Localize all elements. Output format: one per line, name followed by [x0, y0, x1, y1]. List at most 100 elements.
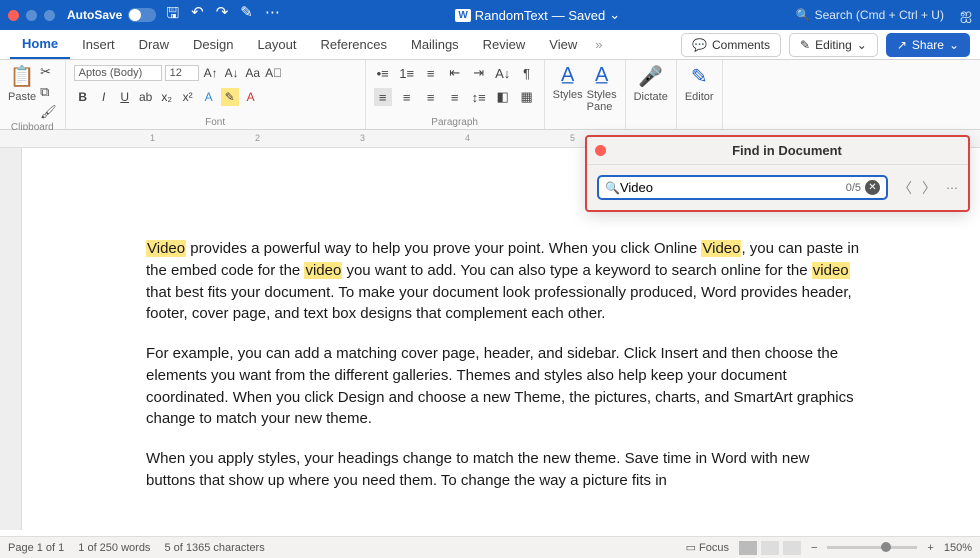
quick-add-icon[interactable]: ✎ [240, 3, 253, 28]
highlight-icon[interactable]: ✎ [221, 88, 239, 106]
line-spacing-icon[interactable]: ↕≡ [470, 88, 488, 106]
zoom-level[interactable]: 150% [944, 542, 972, 554]
ribbon-toolbar: 📋Paste ✂ ⧉ 🖌 Clipboard Aptos (Body) 12 A… [0, 60, 980, 130]
font-size-select[interactable]: 12 [165, 65, 199, 81]
styles-pane-button[interactable]: A̲Styles Pane [587, 64, 617, 113]
cut-icon[interactable]: ✂ [40, 64, 57, 80]
pencil-icon: ✎ [800, 38, 810, 52]
justify-icon[interactable]: ≡ [446, 88, 464, 106]
close-panel-icon[interactable] [595, 145, 606, 156]
print-layout-view-icon[interactable] [739, 541, 757, 555]
find-highlight: video [812, 262, 850, 279]
status-words[interactable]: 1 of 250 words [78, 542, 150, 554]
word-app-icon: W [455, 9, 470, 22]
bold-button[interactable]: B [74, 88, 92, 106]
tab-home[interactable]: Home [10, 31, 70, 59]
find-next-icon[interactable]: 〉 [922, 178, 936, 198]
clear-format-icon[interactable]: A⃠ [265, 64, 283, 82]
increase-font-icon[interactable]: A↑ [202, 64, 220, 82]
tab-review[interactable]: Review [471, 31, 538, 59]
bullets-icon[interactable]: •≡ [374, 64, 392, 82]
zoom-out-icon[interactable]: − [811, 542, 817, 554]
font-color-icon[interactable]: A [242, 88, 260, 106]
sync-share-icon[interactable]: ஐ [960, 6, 972, 25]
focus-mode-button[interactable]: ▭ Focus [686, 541, 729, 554]
borders-icon[interactable]: ▦ [518, 88, 536, 106]
share-icon: ↗ [897, 38, 907, 52]
status-page[interactable]: Page 1 of 1 [8, 542, 64, 554]
autosave-label: AutoSave [67, 8, 122, 22]
multilevel-icon[interactable]: ≡ [422, 64, 440, 82]
group-paragraph: •≡ 1≡ ≡ ⇤ ⇥ A↓ ¶ ≡ ≡ ≡ ≡ ↕≡ ◧ ▦ Paragrap… [366, 60, 545, 129]
sort-icon[interactable]: A↓ [494, 64, 512, 82]
undo-icon[interactable]: ↶ [191, 3, 204, 28]
dictate-button[interactable]: 🎤Dictate [634, 64, 668, 103]
tab-mailings[interactable]: Mailings [399, 31, 471, 59]
font-family-select[interactable]: Aptos (Body) [74, 65, 162, 81]
autosave-toggle[interactable]: AutoSave [67, 8, 156, 22]
editor-button[interactable]: ✎Editor [685, 64, 714, 103]
strikethrough-button[interactable]: ab [137, 88, 155, 106]
tab-design[interactable]: Design [181, 31, 245, 59]
find-text-input[interactable] [620, 180, 846, 195]
find-prev-icon[interactable]: 〈 [898, 178, 912, 198]
align-left-icon[interactable]: ≡ [374, 88, 392, 106]
clear-search-icon[interactable]: ✕ [865, 180, 880, 195]
comments-button[interactable]: 💬Comments [681, 33, 781, 57]
tab-draw[interactable]: Draw [127, 31, 181, 59]
tab-layout[interactable]: Layout [245, 31, 308, 59]
maximize-window-icon[interactable] [44, 10, 55, 21]
align-right-icon[interactable]: ≡ [422, 88, 440, 106]
document-title[interactable]: W RandomText — Saved ⌄ [280, 7, 796, 23]
indent-left-icon[interactable]: ⇤ [446, 64, 464, 82]
outline-view-icon[interactable] [783, 541, 801, 555]
tab-references[interactable]: References [309, 31, 399, 59]
paragraph[interactable]: For example, you can add a matching cove… [146, 343, 860, 430]
switch-icon[interactable] [128, 8, 156, 22]
editing-mode-button[interactable]: ✎Editing⌄ [789, 33, 878, 57]
window-controls[interactable] [8, 10, 55, 21]
tab-insert[interactable]: Insert [70, 31, 127, 59]
chevron-down-icon: ⌄ [949, 38, 959, 52]
chevron-down-icon: ⌄ [857, 38, 867, 52]
search-field[interactable]: 🔍 Search (Cmd + Ctrl + U) [796, 8, 944, 22]
redo-icon[interactable]: ↷ [216, 3, 229, 28]
chevron-down-icon: ⌄ [609, 7, 620, 23]
web-layout-view-icon[interactable] [761, 541, 779, 555]
share-button[interactable]: ↗Share⌄ [886, 33, 970, 57]
text-effects-icon[interactable]: A [200, 88, 218, 106]
save-icon[interactable]: 🖫 [166, 3, 179, 28]
clipboard-icon: 📋 [10, 64, 35, 89]
paragraph-marks-icon[interactable]: ¶ [518, 64, 536, 82]
status-bar: Page 1 of 1 1 of 250 words 5 of 1365 cha… [0, 536, 980, 558]
numbering-icon[interactable]: 1≡ [398, 64, 416, 82]
find-highlight: Video [701, 240, 741, 257]
status-chars[interactable]: 5 of 1365 characters [164, 542, 264, 554]
close-window-icon[interactable] [8, 10, 19, 21]
format-painter-icon[interactable]: 🖌 [40, 104, 57, 120]
find-options-icon[interactable]: ⋯ [946, 181, 958, 195]
paste-button[interactable]: 📋Paste [8, 64, 36, 103]
change-case-icon[interactable]: Aa [244, 64, 262, 82]
align-center-icon[interactable]: ≡ [398, 88, 416, 106]
tab-overflow-icon[interactable]: » [589, 37, 608, 52]
decrease-font-icon[interactable]: A↓ [223, 64, 241, 82]
copy-icon[interactable]: ⧉ [40, 84, 57, 100]
find-input-wrap[interactable]: 🔍 0/5 ✕ [597, 175, 888, 200]
more-icon[interactable]: ⋯ [265, 3, 280, 28]
styles-button[interactable]: A̲Styles [553, 64, 583, 101]
zoom-in-icon[interactable]: + [927, 542, 933, 554]
paragraph[interactable]: When you apply styles, your headings cha… [146, 448, 860, 492]
vertical-ruler[interactable] [0, 148, 22, 530]
italic-button[interactable]: I [95, 88, 113, 106]
minimize-window-icon[interactable] [26, 10, 37, 21]
indent-right-icon[interactable]: ⇥ [470, 64, 488, 82]
tab-view[interactable]: View [537, 31, 589, 59]
zoom-slider[interactable] [827, 546, 917, 549]
subscript-button[interactable]: x₂ [158, 88, 176, 106]
superscript-button[interactable]: x² [179, 88, 197, 106]
shading-icon[interactable]: ◧ [494, 88, 512, 106]
paragraph[interactable]: Video provides a powerful way to help yo… [146, 238, 860, 325]
group-styles: A̲Styles A̲Styles Pane [545, 60, 626, 129]
underline-button[interactable]: U [116, 88, 134, 106]
